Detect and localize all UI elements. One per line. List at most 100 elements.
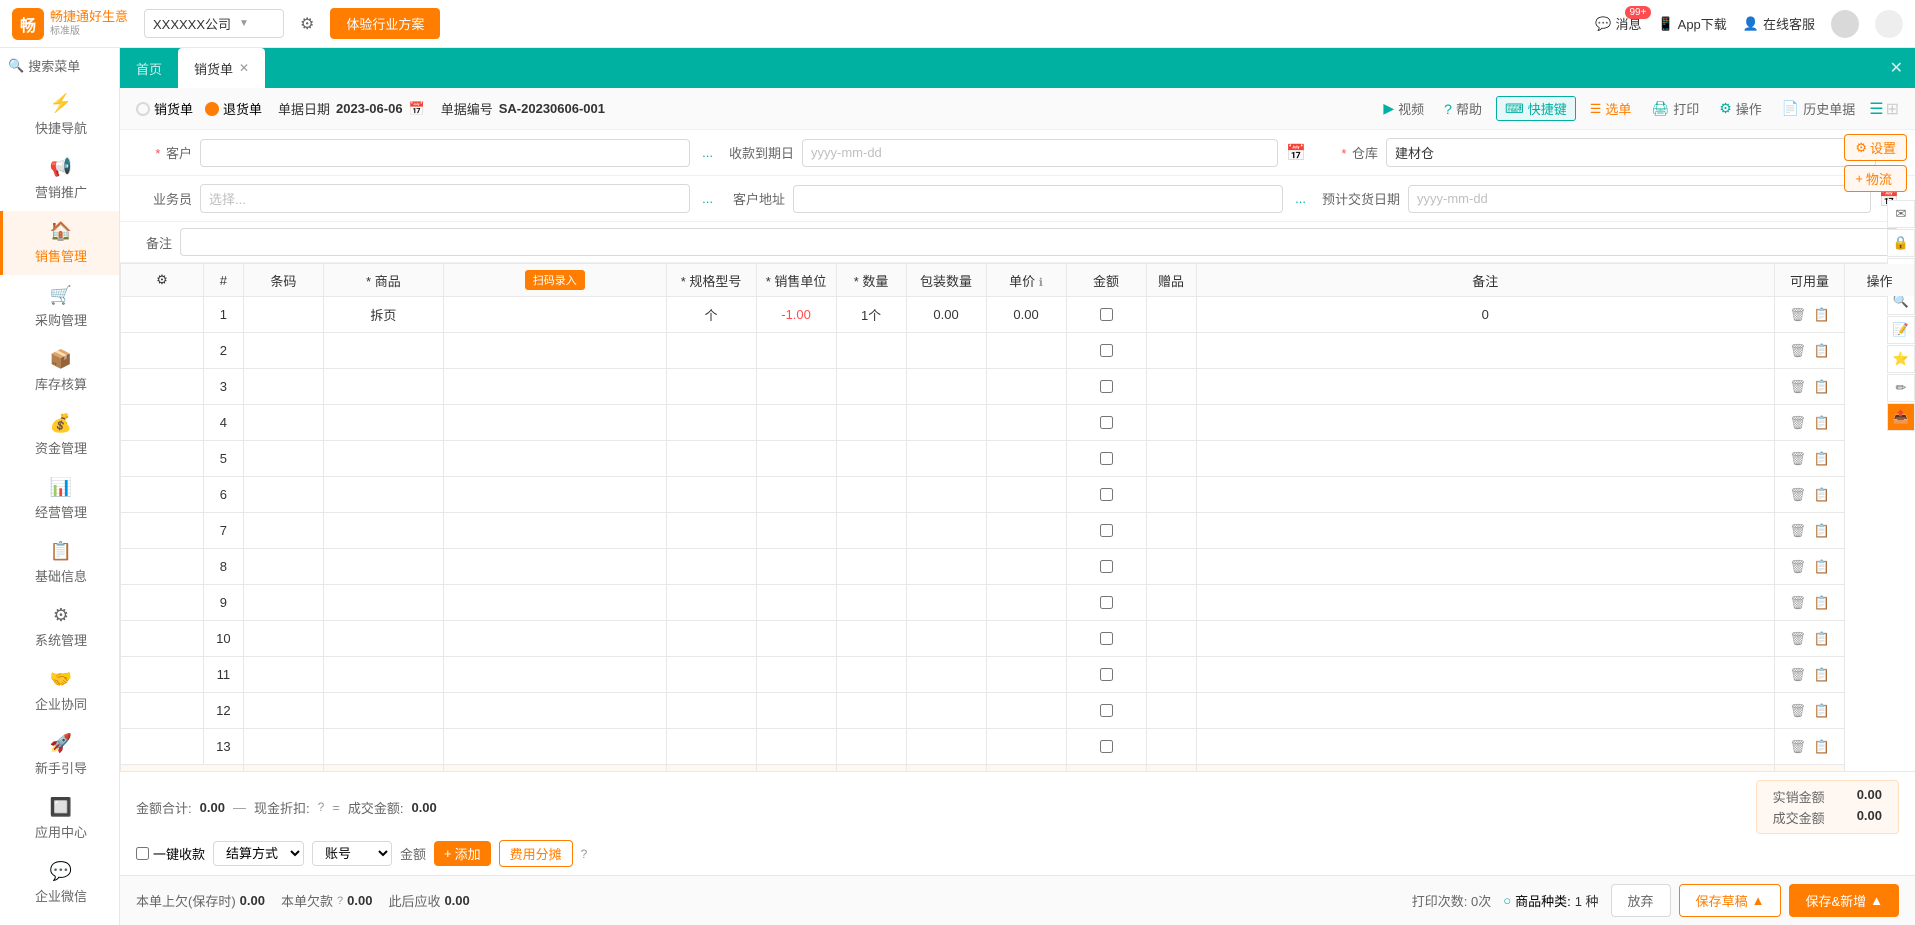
sidebar-item-collab[interactable]: 🤝 企业协同 bbox=[0, 659, 119, 723]
gift-checkbox[interactable] bbox=[1100, 560, 1113, 573]
copy-icon[interactable]: 📋 bbox=[1813, 523, 1829, 538]
experience-button[interactable]: 体验行业方案 bbox=[330, 8, 440, 39]
row-gift-cell[interactable] bbox=[1066, 297, 1146, 333]
delivery-date-input[interactable]: yyyy-mm-dd bbox=[1408, 185, 1871, 213]
row-amount-cell[interactable] bbox=[986, 657, 1066, 693]
row-amount-cell[interactable] bbox=[986, 441, 1066, 477]
row-pkgqty-cell[interactable] bbox=[836, 333, 906, 369]
row-goods-cell[interactable] bbox=[323, 333, 443, 369]
copy-icon[interactable]: 📋 bbox=[1813, 379, 1829, 394]
toolbar-shortcut[interactable]: ⌨ 快捷键 bbox=[1496, 96, 1576, 121]
sidebar-item-system[interactable]: ⚙ 系统管理 bbox=[0, 595, 119, 659]
row-price-cell[interactable] bbox=[906, 369, 986, 405]
row-spec-cell[interactable] bbox=[443, 549, 666, 585]
toolbar-help[interactable]: ? 帮助 bbox=[1438, 97, 1488, 120]
toolbar-history[interactable]: 📄 历史单据 bbox=[1776, 97, 1861, 120]
sidebar-search[interactable]: 🔍 搜索菜单 bbox=[0, 48, 119, 83]
row-spec-cell[interactable] bbox=[443, 441, 666, 477]
sidebar-item-purchase[interactable]: 🛒 采购管理 bbox=[0, 275, 119, 339]
delete-icon[interactable]: 🗑 bbox=[1789, 415, 1806, 430]
row-pkgqty-cell[interactable] bbox=[836, 477, 906, 513]
warehouse-input[interactable]: 建材仓 bbox=[1386, 138, 1876, 167]
delete-icon[interactable]: 🗑 bbox=[1789, 631, 1806, 646]
customer-address-dots[interactable]: ... bbox=[1295, 191, 1306, 206]
tab-close-icon[interactable]: ✕ bbox=[239, 61, 249, 75]
gift-checkbox[interactable] bbox=[1100, 704, 1113, 717]
row-remark-cell[interactable] bbox=[1146, 621, 1196, 657]
row-unit-cell[interactable] bbox=[666, 657, 756, 693]
row-amount-cell[interactable] bbox=[986, 513, 1066, 549]
sidebar-item-wechat[interactable]: 💬 企业微信 bbox=[0, 851, 119, 915]
gift-checkbox[interactable] bbox=[1100, 488, 1113, 501]
row-gift-cell[interactable] bbox=[1066, 441, 1146, 477]
delete-icon[interactable]: 🗑 bbox=[1789, 451, 1806, 466]
sidebar-item-app-center[interactable]: 🔲 应用中心 bbox=[0, 787, 119, 851]
row-unit-cell[interactable] bbox=[666, 621, 756, 657]
toolbar-print[interactable]: 🖨 打印 bbox=[1645, 97, 1705, 120]
row-barcode-cell[interactable] bbox=[243, 621, 323, 657]
row-pkgqty-cell[interactable] bbox=[836, 405, 906, 441]
row-amount-cell[interactable] bbox=[986, 585, 1066, 621]
calendar-icon[interactable]: 📅 bbox=[409, 101, 425, 117]
gift-checkbox[interactable] bbox=[1100, 668, 1113, 681]
customer-address-input[interactable] bbox=[793, 185, 1283, 213]
due-date-calendar-icon[interactable]: 📅 bbox=[1286, 143, 1306, 163]
logistics-btn[interactable]: + 物流 bbox=[1844, 165, 1907, 192]
row-qty-cell[interactable] bbox=[756, 729, 836, 765]
message-button[interactable]: 💬 消息 99+ bbox=[1595, 14, 1641, 33]
row-spec-cell[interactable] bbox=[443, 333, 666, 369]
sidebar-item-operations[interactable]: 📊 经营管理 bbox=[0, 467, 119, 531]
copy-icon[interactable]: 📋 bbox=[1813, 343, 1829, 358]
header-settings[interactable]: ⚙ bbox=[121, 264, 204, 297]
row-amount-cell[interactable] bbox=[986, 477, 1066, 513]
row-remark-cell[interactable] bbox=[1146, 729, 1196, 765]
row-pkgqty-cell[interactable] bbox=[836, 585, 906, 621]
row-price-cell[interactable]: 0.00 bbox=[906, 297, 986, 333]
app-download-button[interactable]: 📱 App下载 bbox=[1657, 14, 1726, 33]
float-pencil-btn[interactable]: ✏ bbox=[1887, 374, 1915, 402]
row-spec-cell[interactable] bbox=[443, 729, 666, 765]
company-selector[interactable]: XXXXXX公司 ▼ bbox=[144, 9, 284, 38]
row-price-cell[interactable] bbox=[906, 657, 986, 693]
row-pkgqty-cell[interactable] bbox=[836, 549, 906, 585]
delete-icon[interactable]: 🗑 bbox=[1789, 703, 1806, 718]
copy-icon[interactable]: 📋 bbox=[1813, 559, 1829, 574]
customer-dots[interactable]: ... bbox=[702, 145, 713, 160]
row-amount-cell[interactable]: 0.00 bbox=[986, 297, 1066, 333]
row-unit-cell[interactable] bbox=[666, 405, 756, 441]
row-goods-cell[interactable] bbox=[323, 585, 443, 621]
row-pkgqty-cell[interactable] bbox=[836, 513, 906, 549]
row-qty-cell[interactable] bbox=[756, 693, 836, 729]
save-new-button[interactable]: 保存&新增 ▲ bbox=[1789, 884, 1899, 917]
toolbar-operate[interactable]: ⚙ 操作 bbox=[1713, 97, 1768, 120]
sidebar-item-sales[interactable]: 🏠 销售管理 bbox=[0, 211, 119, 275]
row-qty-cell[interactable] bbox=[756, 441, 836, 477]
row-unit-cell[interactable]: 个 bbox=[666, 297, 756, 333]
row-goods-cell[interactable] bbox=[323, 549, 443, 585]
row-gift-cell[interactable] bbox=[1066, 513, 1146, 549]
delete-icon[interactable]: 🗑 bbox=[1789, 379, 1806, 394]
gift-checkbox[interactable] bbox=[1100, 344, 1113, 357]
toolbar-video[interactable]: ▶ 视频 bbox=[1377, 97, 1430, 120]
copy-icon[interactable]: 📋 bbox=[1813, 451, 1829, 466]
row-unit-cell[interactable] bbox=[666, 693, 756, 729]
delete-icon[interactable]: 🗑 bbox=[1789, 487, 1806, 502]
copy-icon[interactable]: 📋 bbox=[1813, 739, 1829, 754]
row-unit-cell[interactable] bbox=[666, 513, 756, 549]
row-remark-cell[interactable] bbox=[1146, 657, 1196, 693]
row-unit-cell[interactable] bbox=[666, 441, 756, 477]
settings-btn[interactable]: ⚙ 设置 bbox=[1844, 134, 1907, 161]
row-amount-cell[interactable] bbox=[986, 549, 1066, 585]
customer-input[interactable] bbox=[200, 139, 690, 167]
sidebar-item-marketing[interactable]: 📢 营销推广 bbox=[0, 147, 119, 211]
row-remark-cell[interactable] bbox=[1146, 549, 1196, 585]
row-price-cell[interactable] bbox=[906, 585, 986, 621]
row-barcode-cell[interactable] bbox=[243, 405, 323, 441]
delete-icon[interactable]: 🗑 bbox=[1789, 559, 1806, 574]
row-qty-cell[interactable] bbox=[756, 549, 836, 585]
account-select[interactable]: 账号 bbox=[312, 841, 392, 866]
grid-view-icon[interactable]: ⊞ bbox=[1886, 99, 1899, 119]
gift-checkbox[interactable] bbox=[1100, 452, 1113, 465]
toolbar-choose[interactable]: ☰ 选单 bbox=[1584, 97, 1638, 120]
row-amount-cell[interactable] bbox=[986, 729, 1066, 765]
